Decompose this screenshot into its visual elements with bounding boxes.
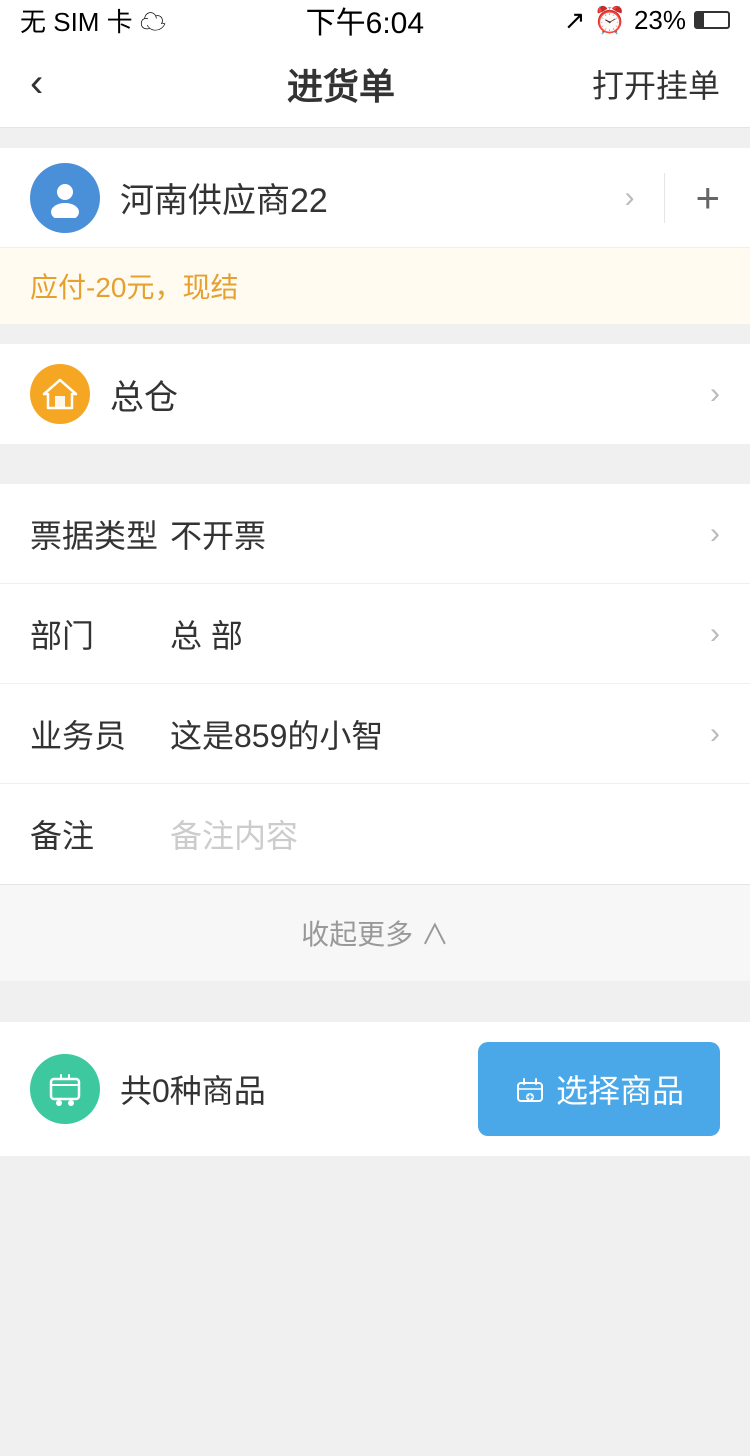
sales-chevron-icon: › xyxy=(710,717,720,751)
status-bar: 无 SIM 卡 ☁ 下午6:04 ↗ ⏰ 23% xyxy=(0,0,750,40)
status-time: 下午6:04 xyxy=(306,0,424,42)
gap-1 xyxy=(0,128,750,148)
sim-status: 无 SIM 卡 ☁ xyxy=(20,2,166,39)
supplier-name: 河南供应商22 xyxy=(120,173,624,222)
house-icon xyxy=(42,376,78,412)
bottom-bar: 共0种商品 选择商品 xyxy=(0,1021,750,1156)
product-count: 共0种商品 xyxy=(120,1066,478,1112)
divider xyxy=(664,173,665,223)
sales-row[interactable]: 业务员 这是859的小智 › xyxy=(0,684,750,784)
warehouse-section[interactable]: 总仓 › xyxy=(0,344,750,444)
remark-input[interactable]: 备注内容 xyxy=(170,811,720,857)
form-section: 票据类型 不开票 › 部门 总 部 › 业务员 这是859的小智 › 备注 备注… xyxy=(0,484,750,884)
remark-label: 备注 xyxy=(30,811,170,857)
warehouse-icon xyxy=(30,364,90,424)
back-button[interactable]: ‹ xyxy=(30,61,90,106)
page-background xyxy=(0,1156,750,1456)
status-left: 无 SIM 卡 ☁ xyxy=(20,2,166,39)
dept-chevron-icon: › xyxy=(710,617,720,651)
product-icon xyxy=(30,1054,100,1124)
nav-bar: ‹ 进货单 打开挂单 xyxy=(0,40,750,128)
invoice-value: 不开票 xyxy=(170,511,710,557)
warehouse-chevron-icon: › xyxy=(710,377,720,411)
select-product-button[interactable]: 选择商品 xyxy=(478,1042,720,1136)
gap-2 xyxy=(0,324,750,344)
page-title: 进货单 xyxy=(287,58,395,110)
status-right: ↗ ⏰ 23% xyxy=(564,5,730,36)
gap-3 xyxy=(0,444,750,464)
remark-row[interactable]: 备注 备注内容 xyxy=(0,784,750,884)
add-supplier-button[interactable]: + xyxy=(695,174,720,222)
notice-text: 应付-20元，现结 xyxy=(30,272,238,303)
invoice-label: 票据类型 xyxy=(30,511,170,557)
cart-icon xyxy=(45,1069,85,1109)
supplier-avatar xyxy=(30,163,100,233)
battery-bar xyxy=(694,11,730,29)
dept-row[interactable]: 部门 总 部 › xyxy=(0,584,750,684)
warehouse-name: 总仓 xyxy=(110,370,710,419)
invoice-chevron-icon: › xyxy=(710,517,720,551)
user-icon xyxy=(45,178,85,218)
sales-value: 这是859的小智 xyxy=(170,711,710,757)
select-btn-label: 选择商品 xyxy=(556,1066,684,1112)
gap-4 xyxy=(0,981,750,1001)
dept-value: 总 部 xyxy=(170,611,710,657)
invoice-row[interactable]: 票据类型 不开票 › xyxy=(0,484,750,584)
sales-label: 业务员 xyxy=(30,711,170,757)
select-cart-icon xyxy=(514,1071,546,1108)
supplier-section[interactable]: 河南供应商22 › + xyxy=(0,148,750,248)
dept-label: 部门 xyxy=(30,611,170,657)
alarm-icon: ⏰ xyxy=(594,5,626,36)
open-pending-button[interactable]: 打开挂单 xyxy=(592,61,720,107)
collapse-button[interactable]: 收起更多 ∧ xyxy=(0,884,750,981)
supplier-chevron-icon: › xyxy=(624,181,634,215)
notice-bar: 应付-20元，现结 xyxy=(0,248,750,324)
battery-percent: 23% xyxy=(634,5,686,36)
battery-icon: ↗ xyxy=(564,5,586,36)
